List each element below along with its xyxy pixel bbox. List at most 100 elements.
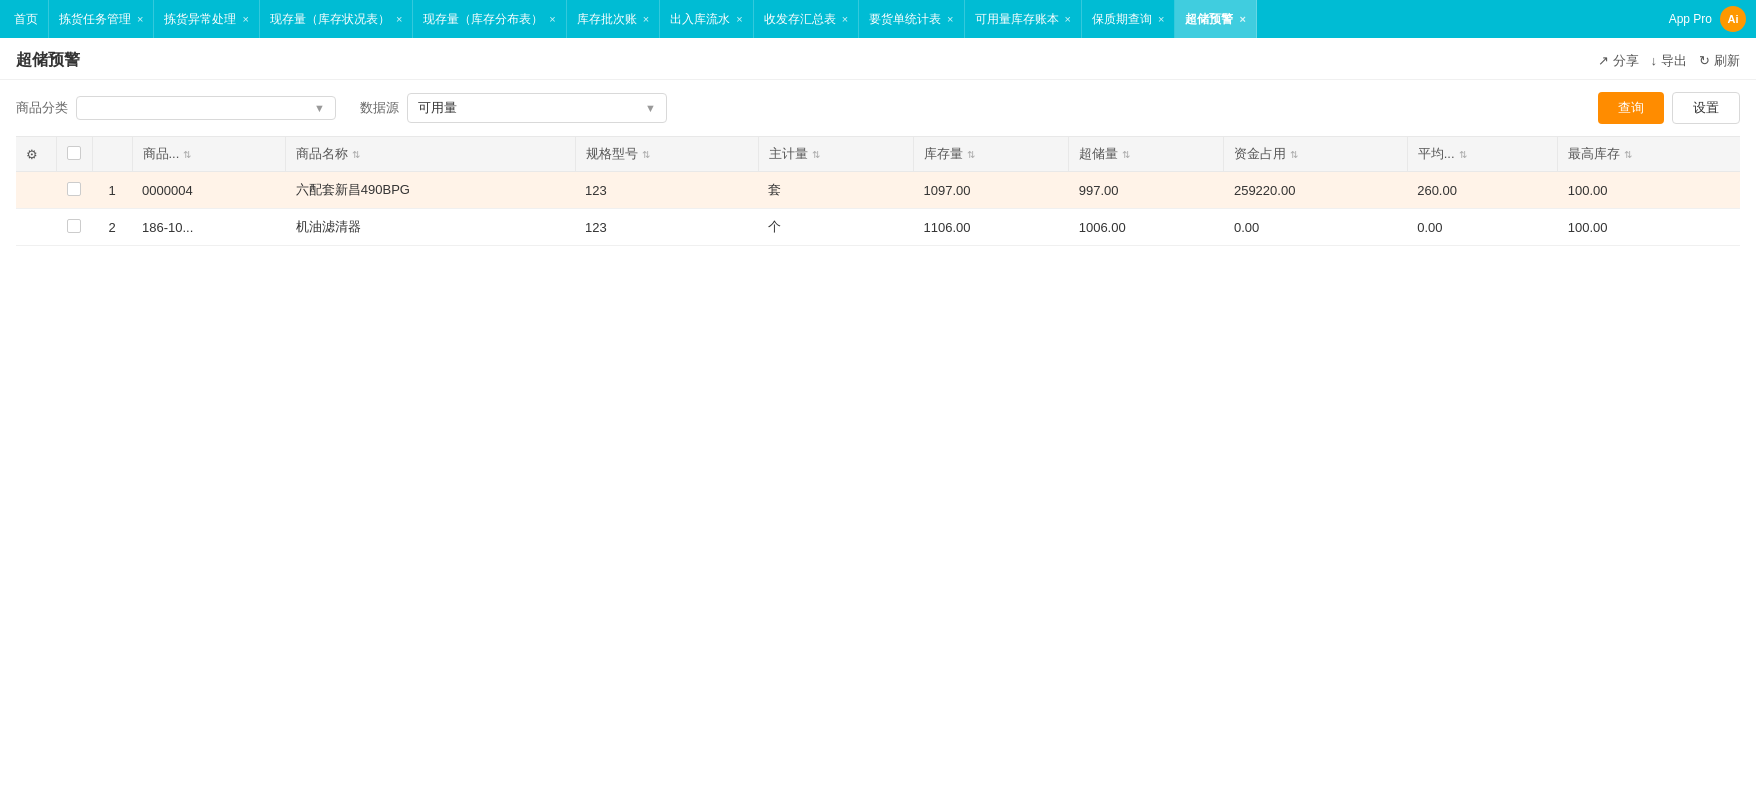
th-product-code[interactable]: 商品... ⇅ <box>132 137 286 172</box>
nav-tab-close-8[interactable]: × <box>947 13 953 25</box>
settings-button[interactable]: 设置 <box>1672 92 1740 124</box>
td-checkbox-1[interactable] <box>56 209 92 246</box>
td-overstock-1: 1006.00 <box>1069 209 1224 246</box>
filter-actions: 查询 设置 <box>1598 92 1740 124</box>
table-header-row: ⚙ 商品... ⇅ 商品名称 ⇅ <box>16 137 1740 172</box>
category-label: 商品分类 <box>16 99 68 117</box>
nav-tab-label-11: 超储预警 <box>1185 11 1233 28</box>
th-gear[interactable]: ⚙ <box>16 137 56 172</box>
td-unit-0: 套 <box>758 172 913 209</box>
nav-tab-close-7[interactable]: × <box>842 13 848 25</box>
nav-tab-label-2: 拣货异常处理 <box>164 11 236 28</box>
th-index <box>92 137 132 172</box>
avatar: Ai <box>1720 6 1746 32</box>
nav-tab-close-9[interactable]: × <box>1065 13 1071 25</box>
nav-tab-close-5[interactable]: × <box>643 13 649 25</box>
td-avg-1: 0.00 <box>1407 209 1558 246</box>
query-button[interactable]: 查询 <box>1598 92 1664 124</box>
category-filter: 商品分类 ▼ <box>16 96 336 120</box>
th-product-name-label: 商品名称 <box>296 145 348 163</box>
th-avg[interactable]: 平均... ⇅ <box>1407 137 1558 172</box>
th-overstock-label: 超储量 <box>1079 145 1118 163</box>
filter-bar: 商品分类 ▼ 数据源 可用量 ▼ 查询 设置 <box>0 80 1756 136</box>
td-stock-0: 1097.00 <box>913 172 1068 209</box>
th-stock-label: 库存量 <box>924 145 963 163</box>
refresh-button[interactable]: ↻ 刷新 <box>1699 52 1740 70</box>
nav-tab-close-6[interactable]: × <box>736 13 742 25</box>
nav-tab-label-3: 现存量（库存状况表） <box>270 11 390 28</box>
nav-tab-4[interactable]: 现存量（库存分布表）× <box>413 0 566 38</box>
nav-tab-11[interactable]: 超储预警 × <box>1175 0 1256 38</box>
header-actions: ↗ 分享 ↓ 导出 ↻ 刷新 <box>1598 52 1741 70</box>
nav-tab-close-4[interactable]: × <box>549 13 555 25</box>
nav-tab-0[interactable]: 首页 <box>4 0 49 38</box>
nav-tab-label-10: 保质期查询 <box>1092 11 1152 28</box>
top-navigation: 首页拣货任务管理×拣货异常处理×现存量（库存状况表）×现存量（库存分布表）×库存… <box>0 0 1756 38</box>
td-gear-0 <box>16 172 56 209</box>
th-capital[interactable]: 资金占用 ⇅ <box>1224 137 1407 172</box>
th-stock[interactable]: 库存量 ⇅ <box>913 137 1068 172</box>
nav-tab-close-11[interactable]: × <box>1239 13 1245 25</box>
th-unit-label: 主计量 <box>769 145 808 163</box>
td-spec-1: 123 <box>575 209 758 246</box>
nav-tab-label-9: 可用量库存账本 <box>975 11 1059 28</box>
td-product_code-1: 186-10... <box>132 209 286 246</box>
nav-tab-5[interactable]: 库存批次账× <box>567 0 660 38</box>
sort-icon-overstock: ⇅ <box>1122 149 1130 160</box>
th-spec-label: 规格型号 <box>586 145 638 163</box>
th-capital-label: 资金占用 <box>1234 145 1286 163</box>
td-product_name-1: 机油滤清器 <box>286 209 575 246</box>
td-max_stock-1: 100.00 <box>1558 209 1740 246</box>
nav-tab-close-1[interactable]: × <box>137 13 143 25</box>
table-row: 2186-10...机油滤清器123个1106.001006.000.000.0… <box>16 209 1740 246</box>
nav-tab-close-3[interactable]: × <box>396 13 402 25</box>
row-checkbox-1[interactable] <box>67 219 81 233</box>
nav-tab-1[interactable]: 拣货任务管理× <box>49 0 154 38</box>
th-avg-label: 平均... <box>1418 145 1455 163</box>
sort-icon-spec: ⇅ <box>642 149 650 160</box>
refresh-icon: ↻ <box>1699 53 1710 68</box>
export-icon: ↓ <box>1651 53 1658 68</box>
export-button[interactable]: ↓ 导出 <box>1651 52 1688 70</box>
share-button[interactable]: ↗ 分享 <box>1598 52 1639 70</box>
gear-icon: ⚙ <box>26 147 38 162</box>
nav-tab-2[interactable]: 拣货异常处理 × <box>154 0 259 38</box>
td-checkbox-0[interactable] <box>56 172 92 209</box>
datasource-label: 数据源 <box>360 99 399 117</box>
th-spec[interactable]: 规格型号 ⇅ <box>575 137 758 172</box>
td-product_name-0: 六配套新昌490BPG <box>286 172 575 209</box>
td-capital-1: 0.00 <box>1224 209 1407 246</box>
nav-tab-close-10[interactable]: × <box>1158 13 1164 25</box>
datasource-select[interactable]: 可用量 ▼ <box>407 93 667 123</box>
header-checkbox[interactable] <box>67 146 81 160</box>
nav-tab-3[interactable]: 现存量（库存状况表） × <box>260 0 413 38</box>
th-unit[interactable]: 主计量 ⇅ <box>758 137 913 172</box>
th-product-code-label: 商品... <box>143 145 180 163</box>
category-select[interactable]: ▼ <box>76 96 336 120</box>
nav-tab-label-0: 首页 <box>14 11 38 28</box>
th-checkbox[interactable] <box>56 137 92 172</box>
nav-tab-6[interactable]: 出入库流水× <box>660 0 753 38</box>
nav-tab-7[interactable]: 收发存汇总表× <box>754 0 859 38</box>
sort-icon-unit: ⇅ <box>812 149 820 160</box>
data-table: ⚙ 商品... ⇅ 商品名称 ⇅ <box>16 136 1740 246</box>
td-stock-1: 1106.00 <box>913 209 1068 246</box>
nav-tab-10[interactable]: 保质期查询 × <box>1082 0 1175 38</box>
share-icon: ↗ <box>1598 53 1609 68</box>
table-container: ⚙ 商品... ⇅ 商品名称 ⇅ <box>0 136 1756 246</box>
nav-tab-9[interactable]: 可用量库存账本 × <box>965 0 1082 38</box>
nav-tab-close-2[interactable]: × <box>242 13 248 25</box>
td-index-0: 1 <box>92 172 132 209</box>
row-checkbox-0[interactable] <box>67 182 81 196</box>
nav-tab-8[interactable]: 要货单统计表 × <box>859 0 964 38</box>
th-product-name[interactable]: 商品名称 ⇅ <box>286 137 575 172</box>
sort-icon-product-name: ⇅ <box>352 149 360 160</box>
td-overstock-0: 997.00 <box>1069 172 1224 209</box>
user-area: App Pro Ai <box>1659 0 1756 38</box>
td-spec-0: 123 <box>575 172 758 209</box>
th-max-stock-label: 最高库存 <box>1568 145 1620 163</box>
th-overstock[interactable]: 超储量 ⇅ <box>1069 137 1224 172</box>
datasource-dropdown-icon: ▼ <box>645 102 656 114</box>
nav-tab-label-8: 要货单统计表 <box>869 11 941 28</box>
th-max-stock[interactable]: 最高库存 ⇅ <box>1558 137 1740 172</box>
